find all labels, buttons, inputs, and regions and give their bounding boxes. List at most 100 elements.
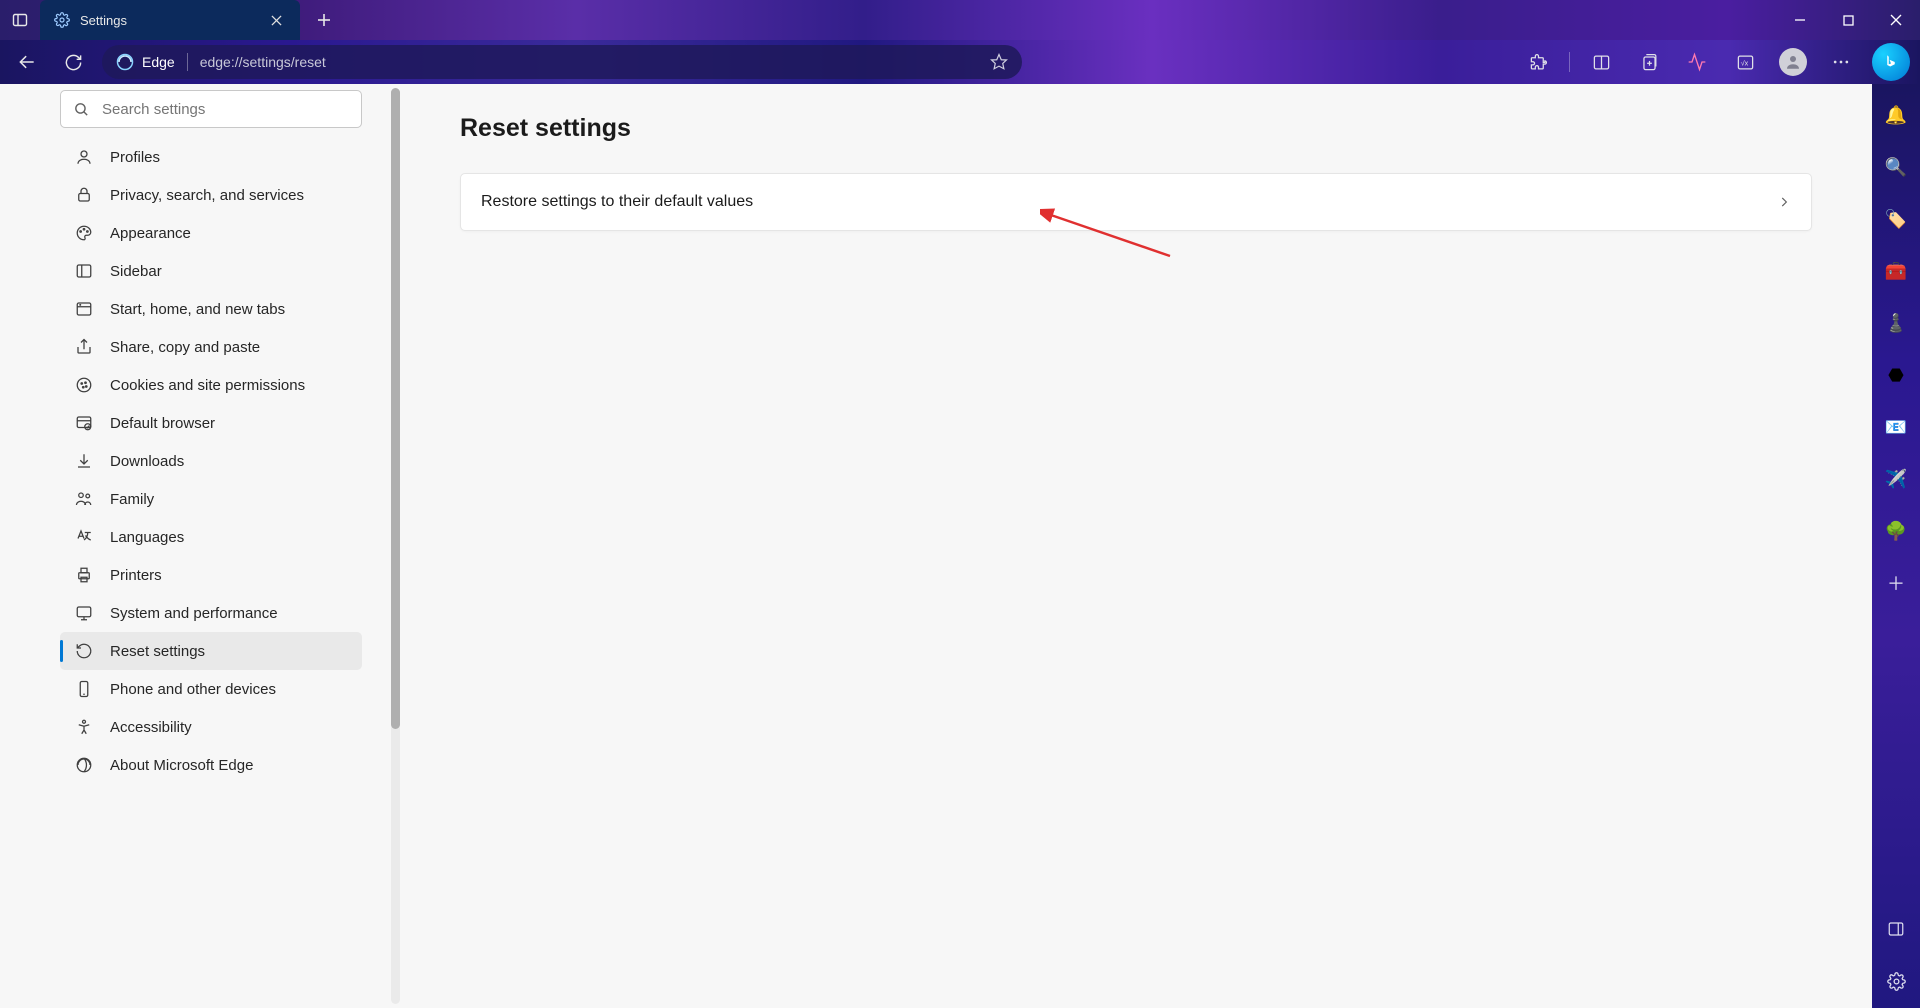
sidebar-settings-icon[interactable] — [1883, 968, 1909, 994]
settings-search-box[interactable] — [60, 90, 362, 128]
outlook-icon[interactable]: 📧 — [1883, 414, 1909, 440]
sidebar-item-label: Privacy, search, and services — [110, 187, 304, 204]
sidebar-item-label: Sidebar — [110, 263, 162, 280]
sidebar-item-sidebar[interactable]: Sidebar — [60, 252, 362, 290]
performance-icon[interactable] — [1680, 45, 1714, 79]
system-icon — [74, 603, 94, 623]
downloads-icon — [74, 451, 94, 471]
sidebar-item-label: Printers — [110, 567, 162, 584]
close-window-button[interactable] — [1872, 0, 1920, 40]
tab-title: Settings — [80, 13, 256, 28]
chevron-right-icon — [1777, 195, 1791, 209]
shopping-tag-icon[interactable]: 🏷️ — [1883, 206, 1909, 232]
sidebar-item-phone[interactable]: Phone and other devices — [60, 670, 362, 708]
add-sidebar-item-icon[interactable]: ＋ — [1883, 570, 1909, 596]
search-input[interactable] — [102, 101, 349, 118]
hide-sidebar-icon[interactable] — [1883, 916, 1909, 942]
reset-icon — [74, 641, 94, 661]
sidebar-item-printers[interactable]: Printers — [60, 556, 362, 594]
sidebar-item-label: Languages — [110, 529, 184, 546]
site-identity-label: Edge — [142, 54, 175, 70]
sidebar-item-label: Family — [110, 491, 154, 508]
eco-icon[interactable]: 🌳 — [1883, 518, 1909, 544]
collections-icon[interactable] — [1632, 45, 1666, 79]
sidebar-item-privacy[interactable]: Privacy, search, and services — [60, 176, 362, 214]
url-text: edge://settings/reset — [200, 54, 978, 70]
more-menu-icon[interactable] — [1824, 45, 1858, 79]
sidebar-item-appearance[interactable]: Appearance — [60, 214, 362, 252]
search-sidebar-icon[interactable]: 🔍 — [1883, 154, 1909, 180]
default-browser-icon — [74, 413, 94, 433]
browser-tab-settings[interactable]: Settings — [40, 0, 300, 40]
split-screen-icon[interactable] — [1584, 45, 1618, 79]
family-icon — [74, 489, 94, 509]
sidebar-item-family[interactable]: Family — [60, 480, 362, 518]
sidebar-item-label: Cookies and site permissions — [110, 377, 305, 394]
about-icon — [74, 755, 94, 775]
favorite-star-icon[interactable] — [990, 53, 1008, 71]
settings-sidebar: Profiles Privacy, search, and services App… — [0, 84, 400, 1008]
sidebar-item-label: Phone and other devices — [110, 681, 276, 698]
phone-icon — [74, 679, 94, 699]
math-solver-icon[interactable]: √x — [1728, 45, 1762, 79]
profiles-icon — [74, 147, 94, 167]
sidebar-item-downloads[interactable]: Downloads — [60, 442, 362, 480]
sidebar-item-reset[interactable]: Reset settings — [60, 632, 362, 670]
close-tab-icon[interactable] — [266, 10, 286, 30]
page-title: Reset settings — [460, 114, 1812, 143]
maximize-button[interactable] — [1824, 0, 1872, 40]
search-icon — [73, 101, 90, 118]
sidebar-item-label: System and performance — [110, 605, 278, 622]
sidebar-item-cookies[interactable]: Cookies and site permissions — [60, 366, 362, 404]
refresh-button[interactable] — [56, 45, 90, 79]
site-identity[interactable]: Edge — [116, 53, 175, 71]
settings-main: Reset settings Restore settings to their… — [400, 84, 1872, 1008]
sidebar-item-about[interactable]: About Microsoft Edge — [60, 746, 362, 784]
sidebar-item-label: Accessibility — [110, 719, 192, 736]
minimize-button[interactable] — [1776, 0, 1824, 40]
privacy-icon — [74, 185, 94, 205]
share-icon — [74, 337, 94, 357]
separator — [187, 53, 188, 71]
sidebar-item-system[interactable]: System and performance — [60, 594, 362, 632]
send-icon[interactable]: ✈️ — [1883, 466, 1909, 492]
content-area: Profiles Privacy, search, and services App… — [0, 84, 1920, 1008]
browser-toolbar: Edge edge://settings/reset √x — [0, 40, 1920, 84]
sidebar-item-label: Share, copy and paste — [110, 339, 260, 356]
new-tab-button[interactable] — [306, 2, 342, 38]
sidebar-item-languages[interactable]: Languages — [60, 518, 362, 556]
sidebar-item-label: Downloads — [110, 453, 184, 470]
sidebar-item-label: Profiles — [110, 149, 160, 166]
tab-actions-icon[interactable] — [0, 0, 40, 40]
window-controls — [1776, 0, 1920, 40]
sidebar-item-profiles[interactable]: Profiles — [60, 138, 362, 176]
start-icon — [74, 299, 94, 319]
sidebar-item-default-browser[interactable]: Default browser — [60, 404, 362, 442]
edge-right-sidebar: 🔔 🔍 🏷️ 🧰 ♟️ ⬣ 📧 ✈️ 🌳 ＋ — [1872, 84, 1920, 1008]
restore-defaults-card[interactable]: Restore settings to their default values — [460, 173, 1812, 231]
tools-icon[interactable]: 🧰 — [1883, 258, 1909, 284]
languages-icon — [74, 527, 94, 547]
address-bar[interactable]: Edge edge://settings/reset — [102, 45, 1022, 79]
accessibility-icon — [74, 717, 94, 737]
sidebar-item-label: About Microsoft Edge — [110, 757, 253, 774]
sidebar-item-share[interactable]: Share, copy and paste — [60, 328, 362, 366]
profile-avatar[interactable] — [1776, 45, 1810, 79]
sidebar-icon — [74, 261, 94, 281]
svg-text:√x: √x — [1740, 59, 1748, 67]
sidebar-scrollbar[interactable] — [391, 88, 400, 1004]
sidebar-item-label: Reset settings — [110, 643, 205, 660]
restore-defaults-label: Restore settings to their default values — [481, 193, 753, 211]
sidebar-item-accessibility[interactable]: Accessibility — [60, 708, 362, 746]
separator — [1569, 52, 1570, 72]
games-icon[interactable]: ♟️ — [1883, 310, 1909, 336]
bing-chat-button[interactable] — [1872, 43, 1910, 81]
back-button[interactable] — [10, 45, 44, 79]
sidebar-item-start[interactable]: Start, home, and new tabs — [60, 290, 362, 328]
printers-icon — [74, 565, 94, 585]
notifications-icon[interactable]: 🔔 — [1883, 102, 1909, 128]
appearance-icon — [74, 223, 94, 243]
extensions-icon[interactable] — [1521, 45, 1555, 79]
microsoft365-icon[interactable]: ⬣ — [1883, 362, 1909, 388]
gear-icon — [54, 12, 70, 28]
